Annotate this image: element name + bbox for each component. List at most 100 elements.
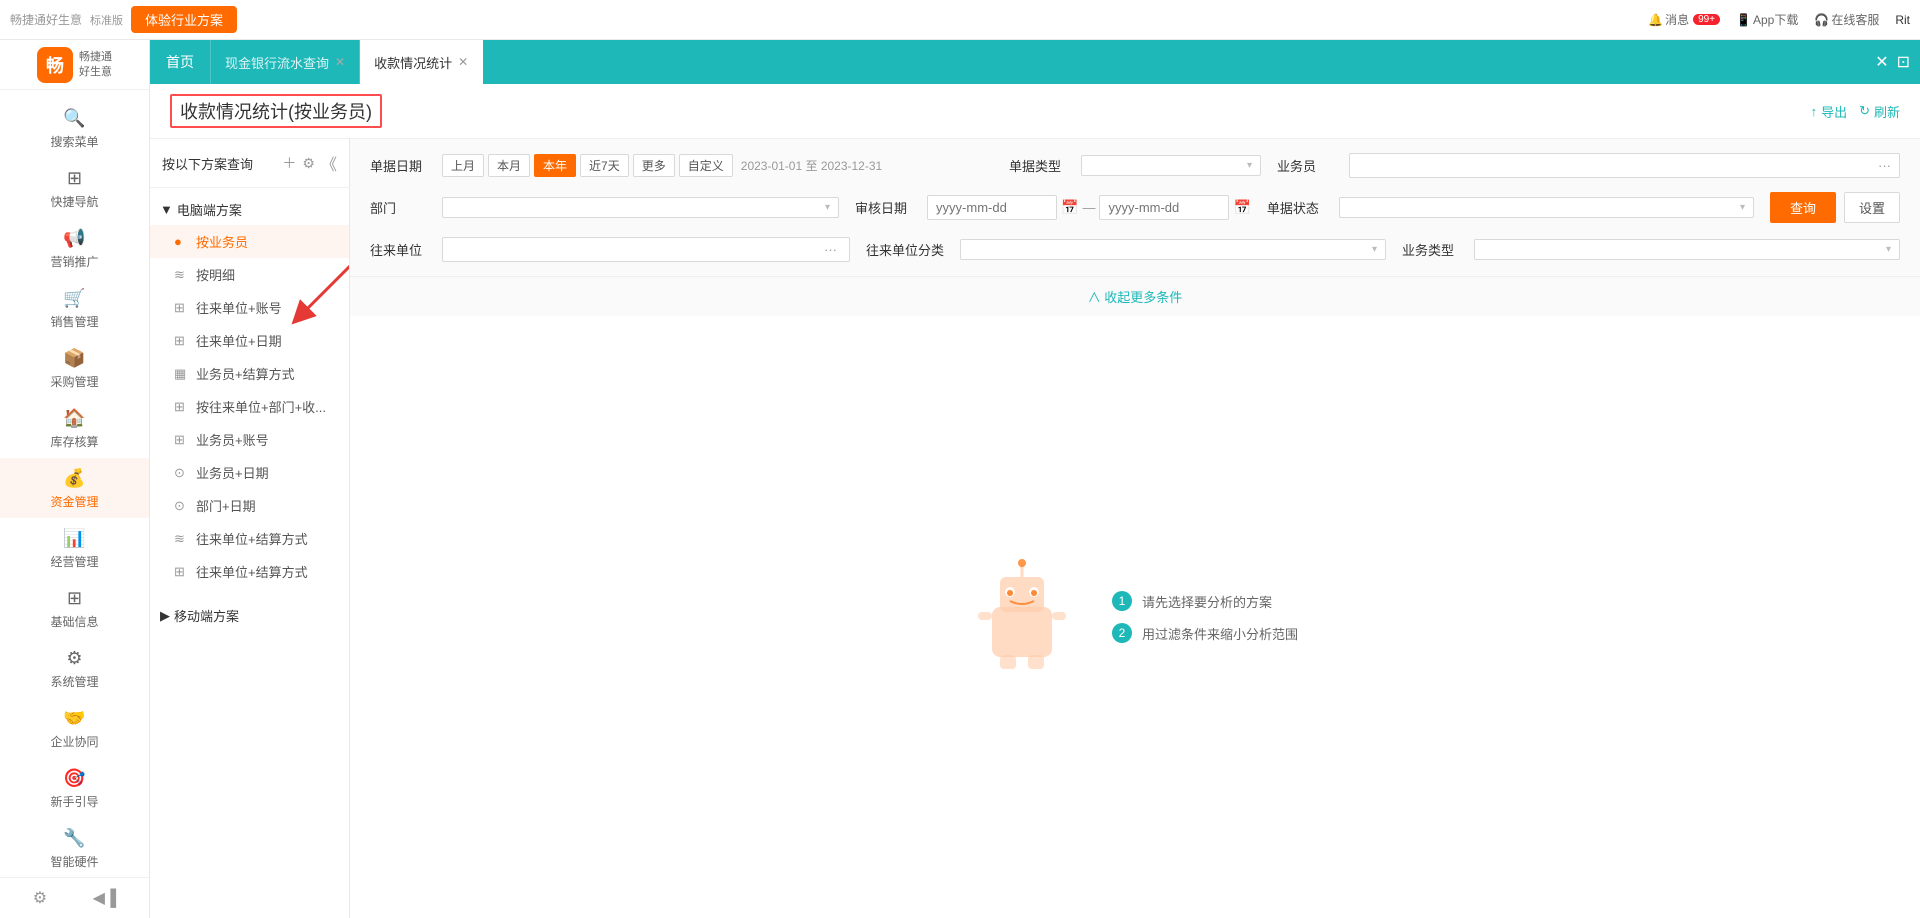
scheme-desktop-section: ▼ 电脑端方案 ● 按业务员 ≋ 按明细 ⊞ 往来单位+账号 <box>150 188 349 594</box>
chevron-down-icon: ▾ <box>1247 160 1252 171</box>
step-2-text: 用过滤条件来缩小分析范围 <box>1142 624 1298 643</box>
counterpart-cat-select[interactable]: ▾ <box>960 239 1386 260</box>
sidebar-item-purchase[interactable]: 📦 采购管理 <box>0 338 149 398</box>
scheme-item-salesperson-account[interactable]: ⊞ 业务员+账号 <box>150 423 349 456</box>
sidebar-item-inventory[interactable]: 🏠 库存核算 <box>0 398 149 458</box>
audit-date-from-input[interactable] <box>927 195 1057 220</box>
export-button[interactable]: ↑ 导出 <box>1811 102 1848 121</box>
date-tab-this-month[interactable]: 本月 <box>488 154 530 177</box>
grid-icon: ⊞ <box>67 168 82 189</box>
finance-icon: 💰 <box>63 468 85 489</box>
scheme-item-salesperson-date[interactable]: ⊙ 业务员+日期 <box>150 456 349 489</box>
grid2-icon: ⊞ <box>174 300 190 316</box>
lines-icon: ≋ <box>174 531 190 547</box>
sidebar-item-guide[interactable]: 🎯 新手引导 <box>0 758 149 818</box>
empty-step-2: 2 用过滤条件来缩小分析范围 <box>1112 623 1298 643</box>
sidebar-item-marketing[interactable]: 📢 营销推广 <box>0 218 149 278</box>
content-bottom: 1 请先选择要分析的方案 2 用过滤条件来缩小分析范围 <box>350 316 1920 918</box>
date-tab-custom[interactable]: 自定义 <box>679 154 733 177</box>
logo: 畅 畅捷通好生意 <box>0 40 149 90</box>
circle2-icon: ⊙ <box>174 498 190 514</box>
hardware-icon: 🔧 <box>63 828 85 849</box>
scheme-item-dept-date[interactable]: ⊙ 部门+日期 <box>150 489 349 522</box>
tab-close-receipts[interactable]: ✕ <box>458 56 468 68</box>
scheme-item-counterpart-date[interactable]: ⊞ 往来单位+日期 <box>150 324 349 357</box>
bar-icon: ▦ <box>174 366 190 382</box>
scheme-item-counterpart-account[interactable]: ⊞ 往来单位+账号 <box>150 291 349 324</box>
notifications-badge: 99+ <box>1693 14 1720 25</box>
biz-type-label: 业务类型 <box>1402 240 1458 259</box>
scheme-item-salesperson[interactable]: ● 按业务员 <box>150 225 349 258</box>
date-range-display: 2023-01-01 至 2023-12-31 <box>741 157 882 174</box>
content-area: 首页 现金银行流水查询 ✕ 收款情况统计 ✕ ✕ ⊡ 收款情况统计(按业务员) … <box>150 40 1920 918</box>
refresh-button[interactable]: ↻ 刷新 <box>1859 102 1900 121</box>
sidebar-item-finance[interactable]: 💰 资金管理 <box>0 458 149 518</box>
sidebar-item-quicknav[interactable]: ⊞ 快捷导航 <box>0 158 149 218</box>
detail-icon: ≋ <box>174 267 190 283</box>
settings-footer-btn[interactable]: ⚙ <box>33 888 47 908</box>
sidebar-item-sales[interactable]: 🛒 销售管理 <box>0 278 149 338</box>
scheme-item-counterpart-settlement1[interactable]: ≋ 往来单位+结算方式 <box>150 522 349 555</box>
collapse-bar[interactable]: ∧ 收起更多条件 <box>350 276 1920 316</box>
sidebar-item-operations[interactable]: 📊 经营管理 <box>0 518 149 578</box>
online-service[interactable]: 🎧 在线客服 <box>1814 11 1879 28</box>
window-maximize-icon[interactable]: ⊡ <box>1897 52 1910 72</box>
tab-receipts[interactable]: 收款情况统计 ✕ <box>360 40 483 84</box>
counterpart-select[interactable]: ··· <box>442 237 850 262</box>
counterpart-field: ··· <box>442 237 850 262</box>
salesperson-label: 业务员 <box>1277 156 1333 175</box>
add-scheme-btn[interactable]: ＋ <box>282 153 296 173</box>
settings-button[interactable]: 设置 <box>1844 192 1900 223</box>
sales-icon: 🛒 <box>63 288 85 309</box>
scheme-mobile-title[interactable]: ▶ 移动端方案 <box>150 600 349 631</box>
dept-select[interactable]: ▾ <box>442 197 839 218</box>
doc-type-select[interactable]: ▾ <box>1081 155 1261 176</box>
user-name[interactable]: Rit <box>1895 13 1910 27</box>
date-tab-last-month[interactable]: 上月 <box>442 154 484 177</box>
marketing-icon: 📢 <box>63 228 85 249</box>
sidebar-item-hardware[interactable]: 🔧 智能硬件 <box>0 818 149 877</box>
sidebar-item-collab[interactable]: 🤝 企业协同 <box>0 698 149 758</box>
filter-actions: 查询 设置 <box>1770 192 1900 223</box>
page-actions: ↑ 导出 ↻ 刷新 <box>1811 102 1900 121</box>
date-tabs-field: 上月 本月 本年 近7天 更多 自定义 2023-01-01 至 2023-12… <box>442 154 993 177</box>
calendar-to-icon[interactable]: 📅 <box>1233 199 1250 216</box>
biz-type-select[interactable]: ▾ <box>1474 239 1900 260</box>
scheme-item-counterpart-dept[interactable]: ⊞ 按往来单位+部门+收... <box>150 390 349 423</box>
tab-home[interactable]: 首页 <box>150 40 211 84</box>
query-button[interactable]: 查询 <box>1770 192 1836 223</box>
filter-row-1: 单据日期 上月 本月 本年 近7天 更多 自定义 2023-01-01 至 20… <box>370 153 1900 178</box>
notifications[interactable]: 🔔 消息 99+ <box>1648 11 1720 28</box>
salesperson-select[interactable]: ··· <box>1349 153 1900 178</box>
collapse-sidebar-btn[interactable]: ◀▐ <box>93 888 117 908</box>
settings-scheme-btn[interactable]: ⚙ <box>302 155 315 172</box>
counterpart-cat-label: 往来单位分类 <box>866 240 944 259</box>
salesperson-field: ··· <box>1349 153 1900 178</box>
tab-close-cashflow[interactable]: ✕ <box>335 56 345 68</box>
scheme-item-salesperson-settlement[interactable]: ▦ 业务员+结算方式 <box>150 357 349 390</box>
trial-button[interactable]: 体验行业方案 <box>131 6 237 33</box>
scheme-item-counterpart-settlement2[interactable]: ⊞ 往来单位+结算方式 <box>150 555 349 588</box>
sidebar-item-basic[interactable]: ⊞ 基础信息 <box>0 578 149 638</box>
date-tab-this-year[interactable]: 本年 <box>534 154 576 177</box>
scheme-header-icons: ＋ ⚙ 《 <box>282 151 337 175</box>
date-tab-7days[interactable]: 近7天 <box>580 154 629 177</box>
audit-date-to-input[interactable] <box>1099 195 1229 220</box>
sidebar-item-system[interactable]: ⚙ 系统管理 <box>0 638 149 698</box>
app-download[interactable]: 📱 App下载 <box>1736 11 1798 28</box>
tab-cashflow[interactable]: 现金银行流水查询 ✕ <box>211 40 360 84</box>
date-tab-more[interactable]: 更多 <box>633 154 675 177</box>
filter-row-2: 部门 ▾ 审核日期 📅 — <box>370 192 1900 223</box>
sidebar-item-search[interactable]: 🔍 搜索菜单 <box>0 98 149 158</box>
window-close-icon[interactable]: ✕ <box>1875 52 1888 72</box>
collapse-scheme-btn[interactable]: 《 <box>321 151 337 175</box>
doc-status-select[interactable]: ▾ <box>1339 197 1754 218</box>
scheme-desktop-title[interactable]: ▼ 电脑端方案 <box>150 194 349 225</box>
counterpart-more-icon[interactable]: ··· <box>824 242 837 257</box>
doc-status-label: 单据状态 <box>1267 198 1323 217</box>
grid6-icon: ⊞ <box>174 564 190 580</box>
more-dots-icon[interactable]: ··· <box>1878 158 1891 173</box>
scheme-item-detail[interactable]: ≋ 按明细 <box>150 258 349 291</box>
calendar-from-icon[interactable]: 📅 <box>1061 199 1078 216</box>
grid4-icon: ⊞ <box>174 399 190 415</box>
